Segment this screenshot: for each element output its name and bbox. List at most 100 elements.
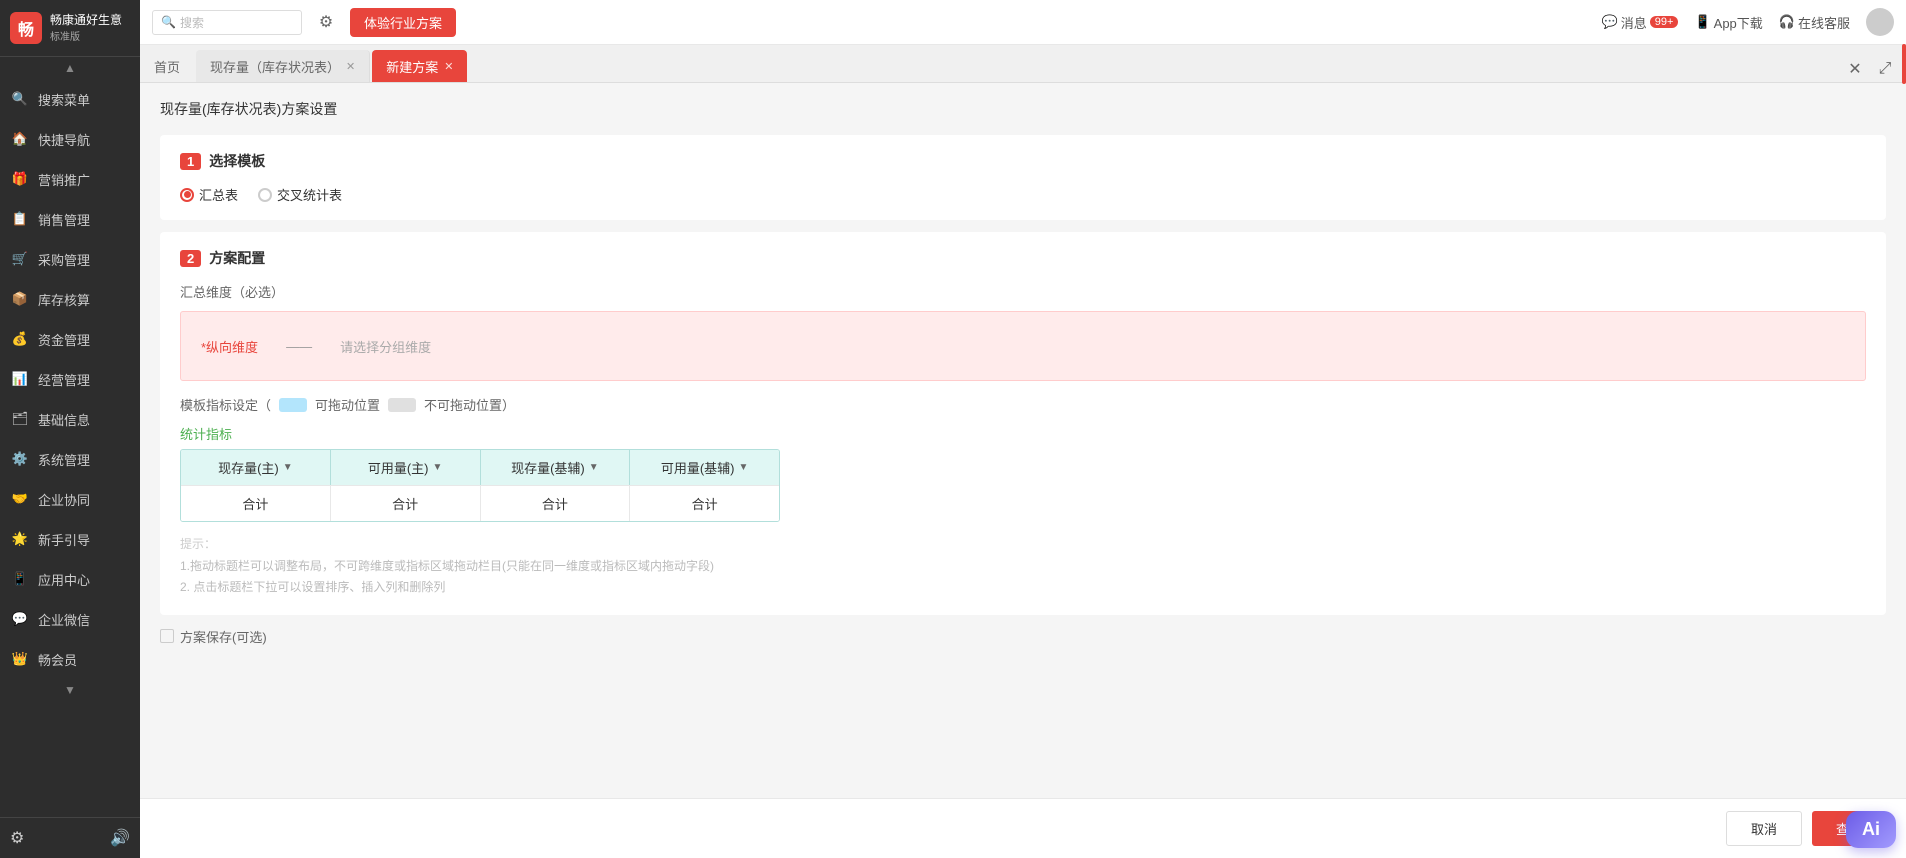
sidebar: 畅 畅康通好生意 标准版 ▲ 🔍 搜索菜单 🏠 快捷导航 🎁 营销推广 📋 销售…: [0, 0, 140, 858]
template-options: 汇总表 交叉统计表: [180, 185, 1866, 204]
radio-cross[interactable]: 交叉统计表: [258, 185, 342, 204]
sidebar-item-label: 采购管理: [38, 250, 90, 269]
tab-inventory-label: 现存量（库存状况表）: [210, 57, 340, 76]
basic-info-icon: 🗂: [10, 409, 30, 429]
settings-icon[interactable]: ⚙: [10, 828, 24, 848]
tabbar-actions: ✕ ⤢: [1842, 56, 1906, 82]
radio-circle-cross: [258, 188, 272, 202]
tab-new-close[interactable]: ✕: [444, 60, 453, 73]
message-button[interactable]: 💬 消息 99+: [1602, 13, 1679, 32]
cooperation-icon: 🤝: [10, 489, 30, 509]
radio-summary[interactable]: 汇总表: [180, 185, 238, 204]
topbar-search[interactable]: 🔍 搜索: [152, 10, 302, 35]
sidebar-item-label: 基础信息: [38, 410, 90, 429]
service-icon: 🎧: [1779, 14, 1795, 30]
stat-col4-header[interactable]: 可用量(基辅) ▼: [630, 450, 779, 485]
stat-col3-header[interactable]: 现存量(基辅) ▼: [481, 450, 631, 485]
tab-inventory-status[interactable]: 现存量（库存状况表） ✕: [196, 50, 370, 82]
sidebar-item-sales[interactable]: 📋 销售管理: [0, 199, 140, 239]
sidebar-item-newbie[interactable]: 🌟 新手引导: [0, 519, 140, 559]
dimension-dash: ——: [286, 339, 312, 354]
sidebar-item-marketing[interactable]: 🎁 营销推广: [0, 159, 140, 199]
save-option: 方案保存(可选): [160, 627, 1886, 646]
stat-col4-label: 可用量(基辅): [661, 458, 735, 477]
main-area: 🔍 搜索 ⚙ 体验行业方案 💬 消息 99+ 📱 App下载 🎧 在线客服 首页: [140, 0, 1906, 858]
settings-gear[interactable]: ⚙: [312, 8, 340, 36]
expand-tab-action[interactable]: ⤢: [1872, 56, 1898, 82]
content-area: 现存量(库存状况表)方案设置 1 选择模板 汇总表 交叉统计表: [140, 83, 1906, 798]
sidebar-item-vip[interactable]: 👑 畅会员: [0, 639, 140, 679]
non-draggable-label: 不可拖动位置）: [424, 395, 515, 414]
stat-col2-chevron[interactable]: ▼: [433, 462, 443, 473]
stat-col1-chevron[interactable]: ▼: [283, 462, 293, 473]
sidebar-item-basic-info[interactable]: 🗂 基础信息: [0, 399, 140, 439]
sales-icon: 📋: [10, 209, 30, 229]
cancel-button[interactable]: 取消: [1726, 811, 1802, 846]
sidebar-item-inventory[interactable]: 📦 库存核算: [0, 279, 140, 319]
indicator-config-label: 模板指标设定（ 可拖动位置 不可拖动位置）: [180, 395, 1866, 414]
dimension-required: *纵向维度: [201, 337, 258, 356]
stat-table: 现存量(主) ▼ 可用量(主) ▼ 现存量(基辅) ▼ 可用量(基辅): [180, 449, 780, 522]
app-download-button[interactable]: 📱 App下载: [1694, 13, 1762, 32]
dimension-area[interactable]: *纵向维度 —— 请选择分组维度: [180, 311, 1866, 381]
inventory-icon: 📦: [10, 289, 30, 309]
sidebar-item-quick-nav[interactable]: 🏠 快捷导航: [0, 119, 140, 159]
step1-header: 1 选择模板: [180, 151, 1866, 171]
vip-icon: 👑: [10, 649, 30, 669]
close-tab-action[interactable]: ✕: [1842, 56, 1868, 82]
step2-header: 2 方案配置: [180, 248, 1866, 268]
sidebar-item-label: 系统管理: [38, 450, 90, 469]
tab-new-label: 新建方案: [386, 57, 438, 76]
system-icon: ⚙️: [10, 449, 30, 469]
sidebar-item-label: 营销推广: [38, 170, 90, 189]
sidebar-item-cooperation[interactable]: 🤝 企业协同: [0, 479, 140, 519]
stat-table-head: 现存量(主) ▼ 可用量(主) ▼ 现存量(基辅) ▼ 可用量(基辅): [181, 450, 779, 485]
stat-col4-summary: 合计: [630, 485, 779, 521]
search-icon-topbar: 🔍: [161, 15, 176, 29]
ai-float-button[interactable]: Ai: [1846, 811, 1896, 848]
sidebar-item-operation[interactable]: 📊 经营管理: [0, 359, 140, 399]
stat-col2-header[interactable]: 可用量(主) ▼: [331, 450, 481, 485]
search-placeholder: 搜索: [180, 14, 204, 31]
stat-col3-label: 现存量(基辅): [511, 458, 585, 477]
stat-col1-summary: 合计: [181, 485, 331, 521]
stat-col1-label: 现存量(主): [218, 458, 279, 477]
trial-button[interactable]: 体验行业方案: [350, 8, 456, 37]
sidebar-item-finance[interactable]: 💰 资金管理: [0, 319, 140, 359]
stat-col1-header[interactable]: 现存量(主) ▼: [181, 450, 331, 485]
sidebar-scroll-up[interactable]: ▲: [0, 57, 140, 79]
stat-col2-label: 可用量(主): [368, 458, 429, 477]
message-icon: 💬: [1602, 14, 1618, 30]
user-avatar[interactable]: [1866, 8, 1894, 36]
sidebar-item-search[interactable]: 🔍 搜索菜单: [0, 79, 140, 119]
sidebar-item-purchase[interactable]: 🛒 采购管理: [0, 239, 140, 279]
tab-new-plan[interactable]: 新建方案 ✕: [372, 50, 467, 82]
gift-icon: 🎁: [10, 169, 30, 189]
step1-title: 选择模板: [209, 151, 265, 171]
app-icon: 📱: [1694, 14, 1710, 30]
sidebar-item-wechat[interactable]: 💬 企业微信: [0, 599, 140, 639]
online-service-button[interactable]: 🎧 在线客服: [1779, 13, 1850, 32]
hint-2: 2. 点击标题栏下拉可以设置排序、插入列和删除列: [180, 577, 1866, 599]
draggable-label: 可拖动位置: [315, 395, 380, 414]
wechat-icon: 💬: [10, 609, 30, 629]
radio-circle-summary: [180, 188, 194, 202]
sidebar-item-system[interactable]: ⚙️ 系统管理: [0, 439, 140, 479]
scroll-indicator: [1902, 44, 1906, 84]
logo-icon: 畅: [10, 12, 42, 44]
sidebar-item-app-center[interactable]: 📱 应用中心: [0, 559, 140, 599]
audio-icon[interactable]: 🔊: [110, 828, 130, 848]
sidebar-item-label: 库存核算: [38, 290, 90, 309]
stat-col4-chevron[interactable]: ▼: [739, 462, 749, 473]
tabbar: 首页 现存量（库存状况表） ✕ 新建方案 ✕ ✕ ⤢: [140, 45, 1906, 83]
tab-home[interactable]: 首页: [140, 50, 194, 82]
sidebar-item-label: 销售管理: [38, 210, 90, 229]
draggable-badge: [279, 398, 307, 412]
save-checkbox[interactable]: [160, 629, 174, 643]
hints-title: 提示：: [180, 534, 1866, 556]
tab-inventory-close[interactable]: ✕: [346, 60, 355, 73]
stat-col3-chevron[interactable]: ▼: [589, 462, 599, 473]
sidebar-scroll-down[interactable]: ▼: [0, 679, 140, 701]
sidebar-item-label: 新手引导: [38, 530, 90, 549]
tab-home-label: 首页: [154, 57, 180, 76]
